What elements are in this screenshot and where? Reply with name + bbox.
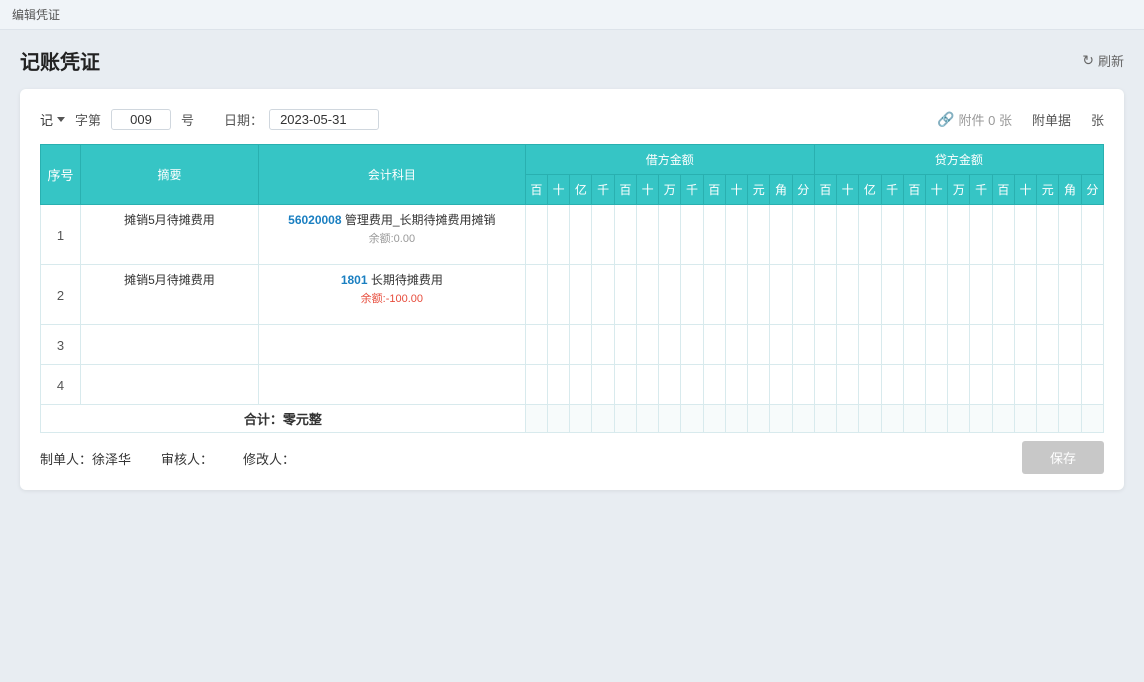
modifier-label: 修改人： <box>243 449 295 468</box>
table-row[interactable]: 2 摊销5月待摊费用 1801 长期待摊费用 余额:-100.00 <box>41 265 1104 325</box>
date-label: 日期： <box>224 110 263 129</box>
debit-d1: 百 <box>525 175 547 205</box>
hao-label-item: 号 <box>181 110 194 129</box>
zi-label: 字第 <box>75 110 101 129</box>
credit-d8: 千 <box>970 175 992 205</box>
debit-d5: 百 <box>614 175 636 205</box>
row3-seq: 3 <box>41 325 81 365</box>
voucher-table: 序号 摘要 会计科目 借方金额 贷方金额 <box>40 144 1104 433</box>
credit-d12: 角 <box>1059 175 1081 205</box>
credit-d2: 十 <box>837 175 859 205</box>
credit-d7: 万 <box>948 175 970 205</box>
table-row[interactable]: 4 <box>41 365 1104 405</box>
footer-row: 合计：零元整 <box>41 405 1104 433</box>
row2-balance: 余额:-100.00 <box>265 290 519 306</box>
th-seq: 序号 <box>41 145 81 205</box>
fu-dan-label[interactable]: 附单据 <box>1032 110 1071 129</box>
row3-summary[interactable] <box>81 325 259 365</box>
attach-icon: 🔗 <box>937 111 954 128</box>
footer-label: 合计：零元整 <box>244 412 322 427</box>
debit-d7: 万 <box>659 175 681 205</box>
row2-account-code: 1801 <box>341 273 368 287</box>
th-summary: 摘要 <box>81 145 259 205</box>
debit-d4: 千 <box>592 175 614 205</box>
chevron-down-icon <box>57 117 65 122</box>
row2-account-name: 长期待摊费用 <box>371 273 443 287</box>
row4-seq: 4 <box>41 365 81 405</box>
credit-d5: 百 <box>903 175 925 205</box>
row1-account-name: 管理费用_长期待摊费用摊销 <box>345 213 496 227</box>
row2-summary[interactable]: 摊销5月待摊费用 <box>81 265 259 325</box>
page-title: 记账凭证 <box>20 46 100 75</box>
debit-d12: 角 <box>770 175 792 205</box>
credit-d10: 十 <box>1014 175 1036 205</box>
th-account: 会计科目 <box>258 145 525 205</box>
debit-d13: 分 <box>792 175 814 205</box>
voucher-card: 记 字第 号 日期： 🔗 附件 0 张 <box>20 89 1124 490</box>
debit-d9: 百 <box>703 175 725 205</box>
row2-account[interactable]: 1801 长期待摊费用 余额:-100.00 <box>258 265 525 325</box>
save-button[interactable]: 保存 <box>1022 441 1104 474</box>
credit-d11: 元 <box>1037 175 1059 205</box>
refresh-button[interactable]: ↻ 刷新 <box>1082 51 1124 70</box>
refresh-label: 刷新 <box>1098 51 1124 70</box>
zi-label-item: 字第 <box>75 110 101 129</box>
table-row[interactable]: 1 摊销5月待摊费用 56020008 管理费用_长期待摊费用摊销 余额:0.0… <box>41 205 1104 265</box>
credit-d6: 十 <box>926 175 948 205</box>
type-label: 记 <box>40 110 53 129</box>
maker-label: 制单人：徐泽华 <box>40 449 131 468</box>
credit-d1: 百 <box>814 175 836 205</box>
debit-d10: 十 <box>725 175 747 205</box>
credit-d13: 分 <box>1081 175 1103 205</box>
debit-d3: 亿 <box>570 175 592 205</box>
credit-d4: 千 <box>881 175 903 205</box>
right-tools: 🔗 附件 0 张 附单据 张 <box>937 110 1104 129</box>
credit-d3: 亿 <box>859 175 881 205</box>
debit-d8: 千 <box>681 175 703 205</box>
date-field-item: 日期： <box>224 109 379 130</box>
meta-footer: 制单人：徐泽华 审核人： 修改人： 保存 <box>40 443 1104 474</box>
debit-d11: 元 <box>748 175 770 205</box>
row1-seq: 1 <box>41 205 81 265</box>
num-field-item[interactable] <box>111 109 171 130</box>
row2-seq: 2 <box>41 265 81 325</box>
debit-d2: 十 <box>548 175 570 205</box>
title-bar: 编辑凭证 <box>0 0 1144 30</box>
attach-link[interactable]: 🔗 附件 0 张 <box>937 110 1012 129</box>
debit-d6: 十 <box>636 175 658 205</box>
type-selector[interactable]: 记 <box>40 110 65 129</box>
date-input[interactable] <box>269 109 379 130</box>
row4-summary[interactable] <box>81 365 259 405</box>
meta-left: 制单人：徐泽华 审核人： 修改人： <box>40 449 295 468</box>
row1-account-code: 56020008 <box>288 213 341 227</box>
form-row: 记 字第 号 日期： 🔗 附件 0 张 <box>40 109 1104 130</box>
title-bar-label: 编辑凭证 <box>12 8 60 22</box>
row1-balance: 余额:0.00 <box>265 230 519 246</box>
row3-account[interactable] <box>258 325 525 365</box>
table-row[interactable]: 3 <box>41 325 1104 365</box>
attach-label: 附件 0 张 <box>959 110 1012 129</box>
zhang-label: 张 <box>1091 110 1104 129</box>
row1-summary[interactable]: 摊销5月待摊费用 <box>81 205 259 265</box>
row1-account[interactable]: 56020008 管理费用_长期待摊费用摊销 余额:0.00 <box>258 205 525 265</box>
hao-label: 号 <box>181 110 194 129</box>
th-credit: 贷方金额 <box>814 145 1103 175</box>
num-input[interactable] <box>111 109 171 130</box>
th-debit: 借方金额 <box>525 145 814 175</box>
refresh-icon: ↻ <box>1082 52 1094 69</box>
credit-d9: 百 <box>992 175 1014 205</box>
reviewer-label: 审核人： <box>161 449 213 468</box>
row4-account[interactable] <box>258 365 525 405</box>
